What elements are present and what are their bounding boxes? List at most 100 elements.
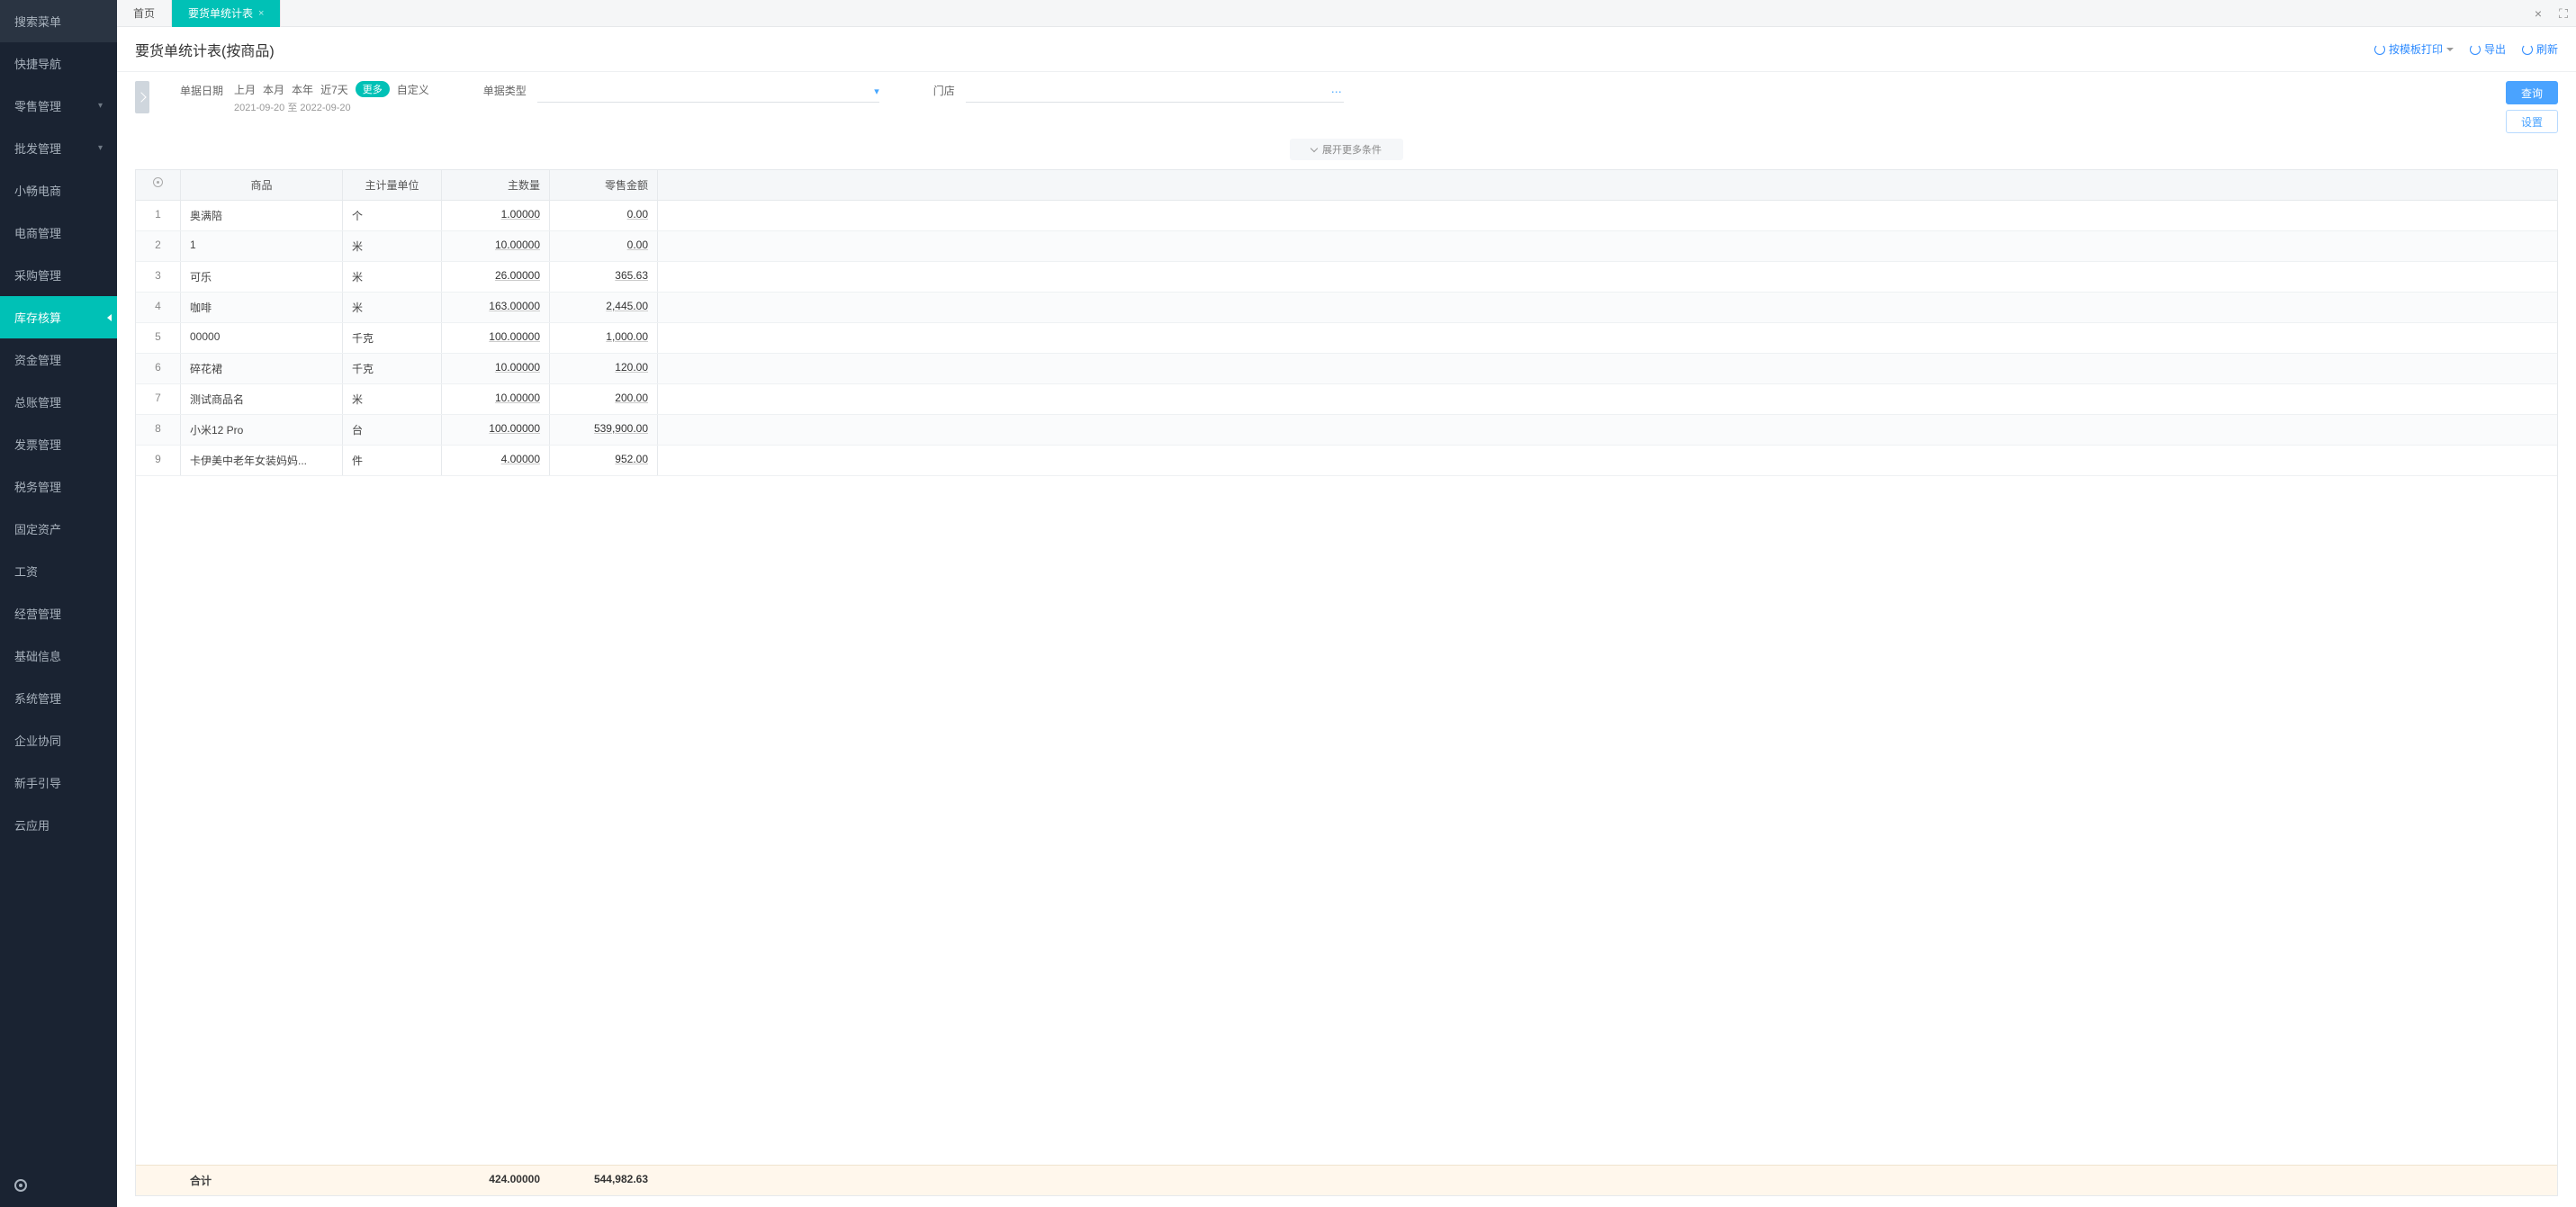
expand-more-button[interactable]: 展开更多条件 [1290,139,1403,160]
filter-store-select[interactable]: ⋯ [966,81,1344,103]
sidebar-item-18[interactable]: 新手引导 [0,761,117,804]
sidebar-item-4[interactable]: 小畅电商 [0,169,117,212]
shortcut-more[interactable]: 更多 [356,81,390,97]
table-row[interactable]: 4咖啡米163.000002,445.00 [136,293,2557,323]
cell-qty[interactable]: 1.00000 [442,201,550,230]
refresh-button[interactable]: 刷新 [2522,41,2558,57]
cell-amount[interactable]: 120.00 [550,354,658,383]
shortcut-custom[interactable]: 自定义 [397,82,429,97]
tab-1[interactable]: 要货单统计表× [172,0,281,27]
cell-unit: 米 [343,262,442,292]
cell-qty[interactable]: 10.00000 [442,231,550,261]
tab-close-all[interactable]: × [2529,5,2547,23]
sidebar-item-1[interactable]: 快捷导航 [0,42,117,85]
cell-qty[interactable]: 10.00000 [442,354,550,383]
page-header: 要货单统计表(按商品) 按模板打印 导出 刷新 [117,27,2576,72]
col-product[interactable]: 商品 [181,170,343,200]
sidebar-item-label: 税务管理 [14,478,61,495]
cell-rest [658,293,2557,322]
query-button[interactable]: 查询 [2506,81,2558,104]
shortcut-this-month[interactable]: 本月 [263,82,284,97]
sidebar-settings[interactable] [0,1166,117,1207]
sidebar-item-6[interactable]: 采购管理 [0,254,117,296]
tab-fullscreen[interactable]: ⛶ [2554,5,2572,23]
filter-type-label: 单据类型 [483,81,527,98]
cell-amount[interactable]: 1,000.00 [550,323,658,353]
sidebar-item-14[interactable]: 经营管理 [0,592,117,635]
table-row[interactable]: 21米10.000000.00 [136,231,2557,262]
filter-store: 门店 ⋯ [933,81,1344,103]
sidebar-item-11[interactable]: 税务管理 [0,465,117,508]
cell-rest [658,415,2557,445]
cell-unit: 件 [343,446,442,475]
cell-unit: 米 [343,293,442,322]
sidebar-item-15[interactable]: 基础信息 [0,635,117,677]
table-row[interactable]: 9卡伊美中老年女装妈妈...件4.00000952.00 [136,446,2557,476]
tab-0[interactable]: 首页 [117,0,172,27]
close-icon[interactable]: × [258,8,264,19]
cell-rest [658,201,2557,230]
sidebar-item-label: 固定资产 [14,520,61,537]
sidebar-item-9[interactable]: 总账管理 [0,381,117,423]
cell-qty[interactable]: 26.00000 [442,262,550,292]
print-button[interactable]: 按模板打印 [2374,41,2454,57]
cell-amount[interactable]: 952.00 [550,446,658,475]
sidebar-item-0[interactable]: 搜索菜单 [0,0,117,42]
sidebar-item-16[interactable]: 系统管理 [0,677,117,719]
cell-qty[interactable]: 163.00000 [442,293,550,322]
column-settings[interactable] [136,170,181,200]
cell-amount[interactable]: 0.00 [550,201,658,230]
sidebar-item-13[interactable]: 工资 [0,550,117,592]
cell-amount[interactable]: 2,445.00 [550,293,658,322]
sidebar-item-label: 经营管理 [14,605,61,622]
cell-amount[interactable]: 365.63 [550,262,658,292]
cell-qty[interactable]: 100.00000 [442,323,550,353]
chevron-down-icon: ▾ [98,143,103,153]
cell-rest [658,231,2557,261]
table-row[interactable]: 6碎花裙千克10.00000120.00 [136,354,2557,384]
cell-amount[interactable]: 0.00 [550,231,658,261]
table-row[interactable]: 8小米12 Pro台100.00000539,900.00 [136,415,2557,446]
table-row[interactable]: 1奥满陪个1.000000.00 [136,201,2557,231]
sidebar-item-12[interactable]: 固定资产 [0,508,117,550]
col-qty[interactable]: 主数量 [442,170,550,200]
sidebar-item-2[interactable]: 零售管理▾ [0,85,117,127]
col-blank [658,170,2557,200]
sidebar-item-5[interactable]: 电商管理 [0,212,117,254]
sidebar-item-8[interactable]: 资金管理 [0,338,117,381]
sidebar-item-10[interactable]: 发票管理 [0,423,117,465]
cell-amount[interactable]: 539,900.00 [550,415,658,445]
col-amount[interactable]: 零售金额 [550,170,658,200]
shortcut-this-year[interactable]: 本年 [292,82,313,97]
filter-collapse-handle[interactable] [135,81,149,113]
cell-amount[interactable]: 200.00 [550,384,658,414]
export-button[interactable]: 导出 [2470,41,2506,57]
data-table: 商品 主计量单位 主数量 零售金额 1奥满陪个1.000000.0021米10.… [135,169,2558,1196]
cell-qty[interactable]: 4.00000 [442,446,550,475]
shortcut-prev-month[interactable]: 上月 [234,82,256,97]
print-icon [2374,44,2385,55]
sidebar-item-label: 总账管理 [14,393,61,410]
shortcut-last7[interactable]: 近7天 [320,82,348,97]
col-unit[interactable]: 主计量单位 [343,170,442,200]
page-title: 要货单统计表(按商品) [135,39,275,60]
cell-rest [658,262,2557,292]
table-row[interactable]: 7测试商品名米10.00000200.00 [136,384,2557,415]
sidebar-item-label: 零售管理 [14,97,61,114]
cell-unit: 千克 [343,354,442,383]
filter-type-select[interactable]: ▾ [537,81,879,103]
table-row[interactable]: 3可乐米26.00000365.63 [136,262,2557,293]
sidebar-item-17[interactable]: 企业协同 [0,719,117,761]
cell-qty[interactable]: 10.00000 [442,384,550,414]
table-row[interactable]: 500000千克100.000001,000.00 [136,323,2557,354]
sidebar-item-19[interactable]: 云应用 [0,804,117,846]
cell-qty[interactable]: 100.00000 [442,415,550,445]
sidebar-item-3[interactable]: 批发管理▾ [0,127,117,169]
setting-button[interactable]: 设置 [2506,110,2558,133]
cell-idx: 9 [136,446,181,475]
cell-idx: 1 [136,201,181,230]
cell-unit: 台 [343,415,442,445]
sidebar-item-label: 工资 [14,563,38,580]
sidebar-item-label: 库存核算 [14,309,61,326]
sidebar-item-7[interactable]: 库存核算 [0,296,117,338]
